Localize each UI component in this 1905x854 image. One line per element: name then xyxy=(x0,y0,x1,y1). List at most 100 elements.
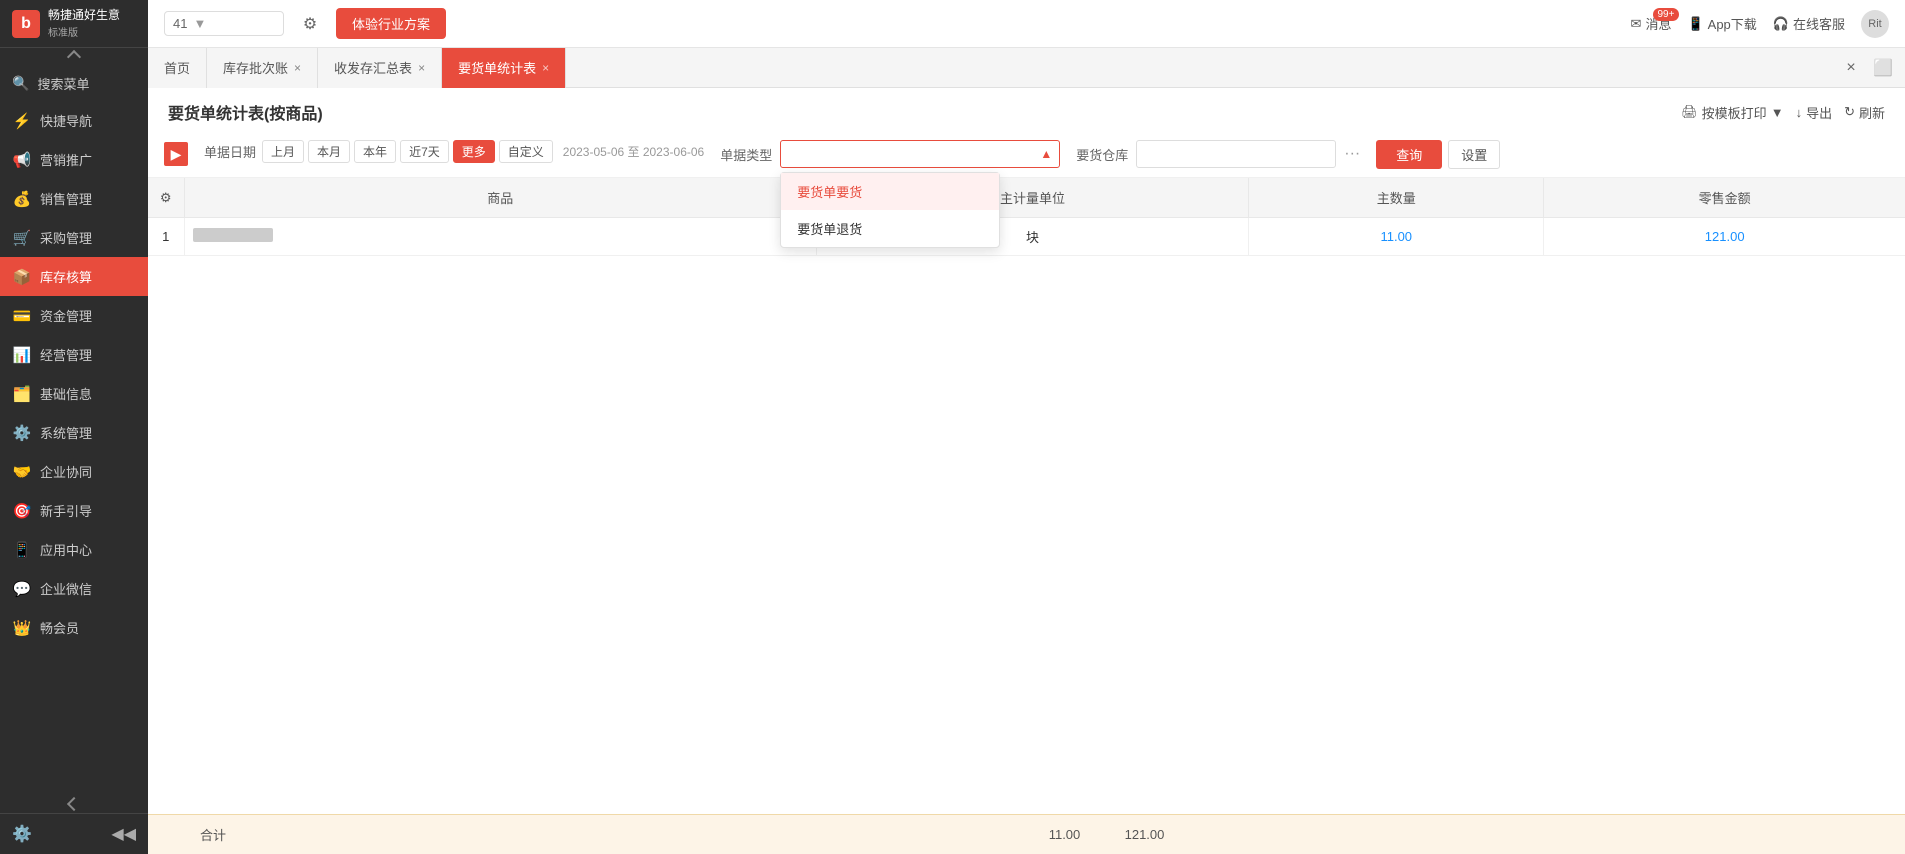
tab-batch-close[interactable]: × xyxy=(294,61,301,75)
this-month-button[interactable]: 本月 xyxy=(308,140,350,163)
sidebar-item-sales[interactable]: 💰 销售管理 xyxy=(0,179,148,218)
row-amount-link[interactable]: 121.00 xyxy=(1705,229,1745,244)
refresh-button[interactable]: ↻ 刷新 xyxy=(1844,103,1885,122)
query-button[interactable]: 查询 xyxy=(1376,140,1442,169)
tab-summary[interactable]: 收发存汇总表 × xyxy=(318,48,442,88)
warehouse-filter-label: 要货仓库 xyxy=(1076,145,1128,164)
print-button[interactable]: 🖨 按模板打印 ▼ xyxy=(1681,103,1783,122)
sidebar-item-purchase[interactable]: 🛒 采购管理 xyxy=(0,218,148,257)
tab-requisition[interactable]: 要货单统计表 × xyxy=(442,48,566,88)
table-body: 1 块 11.00 121.00 xyxy=(148,218,1905,256)
tab-batch[interactable]: 库存批次账 × xyxy=(207,48,318,88)
messages-button[interactable]: ✉ 消息 99+ xyxy=(1631,14,1672,33)
print-label: 按模板打印 xyxy=(1702,103,1767,122)
sidebar-item-finance[interactable]: 💳 资金管理 xyxy=(0,296,148,335)
sidebar-scroll-up[interactable] xyxy=(0,48,148,66)
tabbar-actions: × ⬜ xyxy=(1837,54,1905,82)
sidebar-item-guide[interactable]: 🎯 新手引导 xyxy=(0,491,148,530)
close-all-tabs-button[interactable]: × xyxy=(1837,54,1865,82)
sidebar-item-marketing[interactable]: 📢 营销推广 xyxy=(0,140,148,179)
tab-home-label: 首页 xyxy=(164,58,190,77)
sidebar-search[interactable]: 🔍 搜索菜单 xyxy=(0,66,148,101)
col-quantity: 主数量 xyxy=(1249,178,1544,218)
online-service-button[interactable]: 🎧 在线客服 xyxy=(1773,14,1845,33)
sidebar-item-label: 系统管理 xyxy=(40,423,92,442)
app-download-button[interactable]: 📱 App下载 xyxy=(1687,14,1756,33)
footer-amount-value: 121.00 xyxy=(1125,827,1165,842)
maximize-button[interactable]: ⬜ xyxy=(1869,54,1897,82)
product-name-blurred xyxy=(193,228,273,242)
sidebar-search-label: 搜索菜单 xyxy=(37,74,89,93)
tab-summary-close[interactable]: × xyxy=(418,61,425,75)
last-7days-button[interactable]: 近7天 xyxy=(400,140,449,163)
dropdown-item-requisition-return[interactable]: 要货单退货 xyxy=(781,210,999,247)
tab-requisition-label: 要货单统计表 xyxy=(458,58,536,77)
filter-action-buttons: 查询 设置 xyxy=(1376,140,1500,169)
search-icon: 🔍 xyxy=(12,75,29,92)
sidebar-item-label: 快捷导航 xyxy=(40,111,92,130)
sidebar-item-quick-nav[interactable]: ⚡ 快捷导航 xyxy=(0,101,148,140)
footer-quantity-value: 11.00 xyxy=(1049,827,1081,842)
table-header-row: ⚙ 商品 主计量单位 主数量 零售金额 xyxy=(148,178,1905,218)
sidebar-item-basic[interactable]: 🗂️ 基础信息 xyxy=(0,374,148,413)
warehouse-filter-group: 要货仓库 ··· xyxy=(1076,140,1360,168)
quick-nav-icon: ⚡ xyxy=(12,112,32,130)
this-year-button[interactable]: 本年 xyxy=(354,140,396,163)
settings-icon[interactable]: ⚙️ xyxy=(12,824,32,844)
topbar: 41 ▼ ⚙ 体验行业方案 ✉ 消息 99+ 📱 App下载 🎧 在线客服 Ri… xyxy=(148,0,1905,48)
logo-name: 畅捷通好生意 xyxy=(48,8,120,24)
export-button[interactable]: ↓ 导出 xyxy=(1796,103,1833,122)
filter-expand-button[interactable]: ▶ xyxy=(164,142,188,166)
column-settings-button[interactable]: 设置 xyxy=(1448,140,1500,169)
custom-date-button[interactable]: 自定义 xyxy=(499,140,553,163)
company-selector-text: 41 xyxy=(173,16,187,31)
topbar-gear-button[interactable]: ⚙ xyxy=(296,10,324,38)
sidebar-item-member[interactable]: 👑 畅会员 xyxy=(0,608,148,647)
last-month-button[interactable]: 上月 xyxy=(262,140,304,163)
type-filter-input[interactable] xyxy=(780,140,1060,168)
message-icon: ✉ xyxy=(1631,16,1642,32)
table-footer: 合计 11.00 121.00 xyxy=(148,814,1905,854)
sidebar-bottom: ⚙️ ◀◀ xyxy=(0,813,148,854)
sidebar: b 畅捷通好生意 标准版 🔍 搜索菜单 ⚡ 快捷导航 📢 营销推广 💰 销售管理… xyxy=(0,0,148,854)
date-filter-label: 单据日期 xyxy=(204,142,256,161)
row-product xyxy=(184,218,816,256)
message-badge: 99+ xyxy=(1653,8,1680,21)
tab-requisition-close[interactable]: × xyxy=(542,61,549,75)
headset-icon: 🎧 xyxy=(1773,16,1789,32)
logo-sub: 标准版 xyxy=(48,24,120,39)
col-settings-icon[interactable]: ⚙ xyxy=(160,190,172,205)
footer-label: 合计 xyxy=(192,825,312,844)
warehouse-filter-input[interactable] xyxy=(1136,140,1336,168)
dropdown-item-requisition-order[interactable]: 要货单要货 xyxy=(781,173,999,210)
company-selector[interactable]: 41 ▼ xyxy=(164,11,284,36)
trial-button[interactable]: 体验行业方案 xyxy=(336,8,446,39)
sidebar-item-wechat[interactable]: 💬 企业微信 xyxy=(0,569,148,608)
data-table: ⚙ 商品 主计量单位 主数量 零售金额 1 块 xyxy=(148,178,1905,256)
sidebar-item-operation[interactable]: 📊 经营管理 xyxy=(0,335,148,374)
collapse-icon[interactable]: ◀◀ xyxy=(111,824,136,844)
page-actions: 🖨 按模板打印 ▼ ↓ 导出 ↻ 刷新 xyxy=(1681,103,1885,122)
sidebar-item-system[interactable]: ⚙️ 系统管理 xyxy=(0,413,148,452)
more-dates-button[interactable]: 更多 xyxy=(453,140,495,163)
type-dropdown: 要货单要货 要货单退货 xyxy=(780,172,1000,248)
basic-icon: 🗂️ xyxy=(12,385,32,403)
sidebar-item-inventory[interactable]: 📦 库存核算 xyxy=(0,257,148,296)
sidebar-item-label: 经营管理 xyxy=(40,345,92,364)
user-avatar[interactable]: Rit xyxy=(1861,10,1889,38)
sidebar-nav: ⚡ 快捷导航 📢 营销推广 💰 销售管理 🛒 采购管理 📦 库存核算 💳 资金管… xyxy=(0,101,148,795)
sidebar-item-app-center[interactable]: 📱 应用中心 xyxy=(0,530,148,569)
tab-batch-label: 库存批次账 xyxy=(223,58,288,77)
sidebar-scroll-down[interactable] xyxy=(0,795,148,813)
footer-quantity: 11.00 xyxy=(1025,827,1105,842)
row-quantity-link[interactable]: 11.00 xyxy=(1380,229,1412,244)
tab-home[interactable]: 首页 xyxy=(148,48,207,88)
more-options-icon[interactable]: ··· xyxy=(1344,145,1360,163)
enterprise-icon: 🤝 xyxy=(12,463,32,481)
sidebar-item-enterprise[interactable]: 🤝 企业协同 xyxy=(0,452,148,491)
tabbar: 首页 库存批次账 × 收发存汇总表 × 要货单统计表 × × ⬜ xyxy=(148,48,1905,88)
export-label: 导出 xyxy=(1806,103,1832,122)
refresh-icon: ↻ xyxy=(1844,104,1855,120)
sidebar-item-label: 应用中心 xyxy=(40,540,92,559)
sidebar-item-label: 企业微信 xyxy=(40,579,92,598)
